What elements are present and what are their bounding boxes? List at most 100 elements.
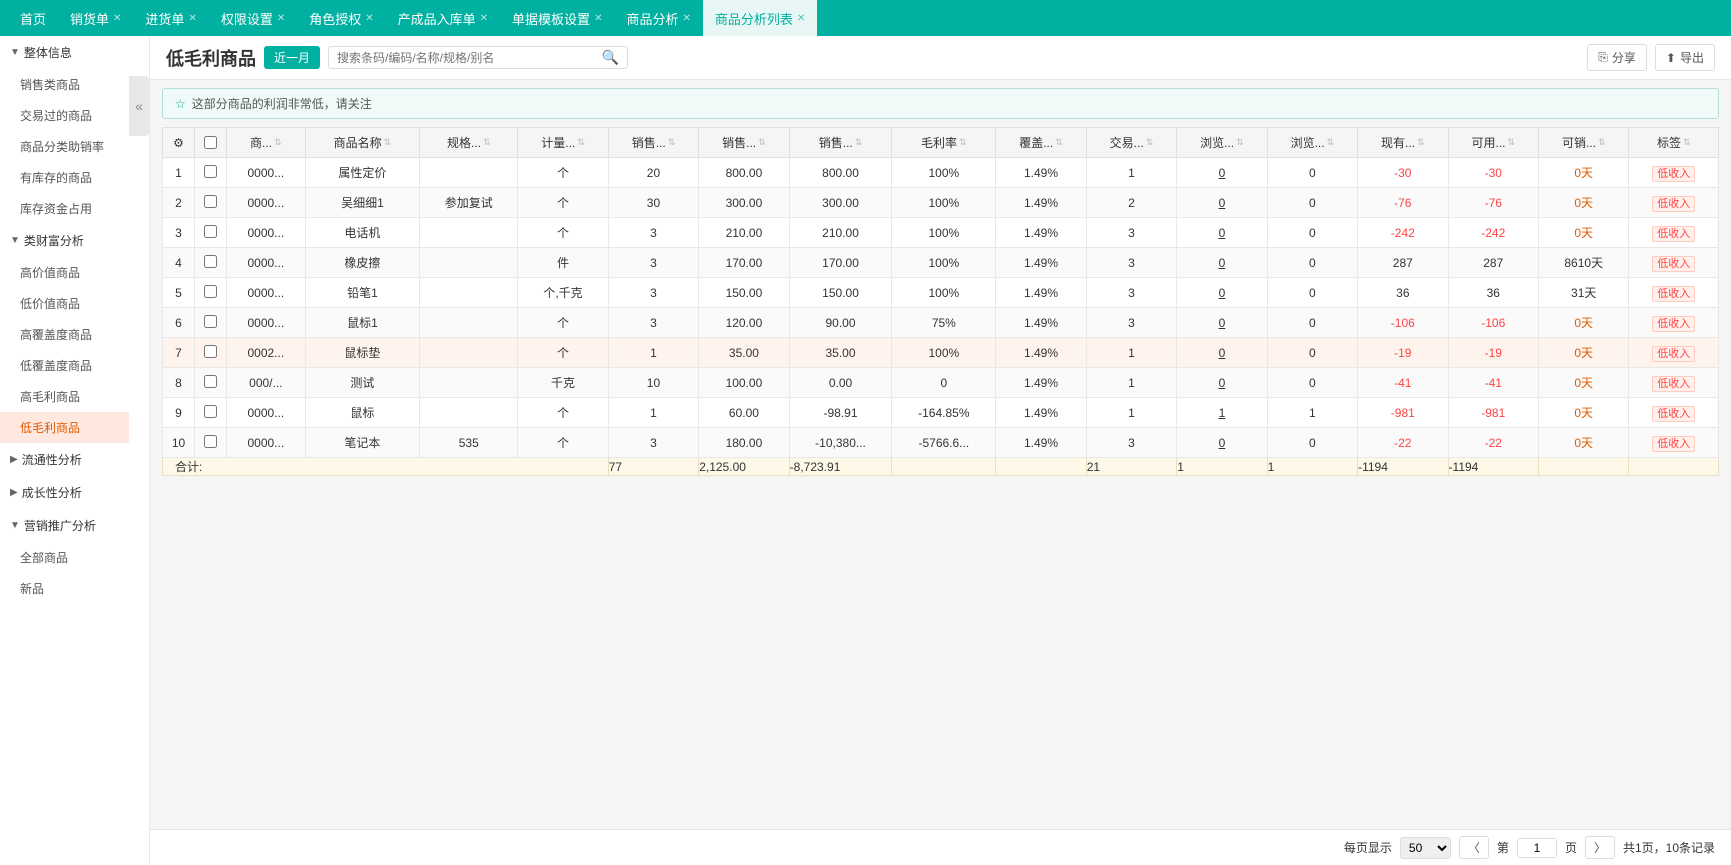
sidebar-item-low-value[interactable]: 低价值商品 <box>0 288 129 319</box>
search-input[interactable] <box>337 51 602 65</box>
col-spec[interactable]: 规格... ⇅ <box>420 128 518 158</box>
col-transaction[interactable]: 交易... ⇅ <box>1086 128 1176 158</box>
sidebar-item-low-coverage[interactable]: 低覆盖度商品 <box>0 350 129 381</box>
row-view1[interactable]: 0 <box>1177 158 1267 188</box>
row-checkbox-input[interactable] <box>204 225 217 238</box>
sidebar-item-in-stock[interactable]: 有库存的商品 <box>0 162 129 193</box>
export-button[interactable]: ⬆ 导出 <box>1655 44 1715 71</box>
row-checkbox-input[interactable] <box>204 375 217 388</box>
row-checkbox[interactable] <box>195 278 227 308</box>
sidebar-section-growth[interactable]: ▶ 成长性分析 <box>0 476 129 509</box>
close-icon[interactable]: ✕ <box>682 13 690 24</box>
sidebar-item-category-rate[interactable]: 商品分类助销率 <box>0 131 129 162</box>
row-checkbox-input[interactable] <box>204 405 217 418</box>
sidebar-section-wealth[interactable]: ▼ 类财富分析 <box>0 224 129 257</box>
col-current-stock[interactable]: 现有... ⇅ <box>1358 128 1448 158</box>
col-sale-qty[interactable]: 销售... ⇅ <box>608 128 698 158</box>
sidebar-item-high-margin[interactable]: 高毛利商品 <box>0 381 129 412</box>
row-checkbox[interactable] <box>195 398 227 428</box>
date-filter-button[interactable]: 近一月 <box>264 46 320 69</box>
sidebar-item-low-margin[interactable]: 低毛利商品 <box>0 412 129 443</box>
row-checkbox-input[interactable] <box>204 195 217 208</box>
sidebar-item-all-products[interactable]: 全部商品 <box>0 542 129 573</box>
close-icon[interactable]: ✕ <box>188 13 196 24</box>
nav-product-entry[interactable]: 产成品入库单 ✕ <box>386 0 500 36</box>
sidebar-item-high-value[interactable]: 高价值商品 <box>0 257 129 288</box>
row-checkbox-input[interactable] <box>204 255 217 268</box>
view1-link[interactable]: 0 <box>1219 346 1226 360</box>
col-sellable[interactable]: 可销... ⇅ <box>1539 128 1629 158</box>
sidebar-item-capital[interactable]: 库存资金占用 <box>0 193 129 224</box>
close-icon[interactable]: ✕ <box>365 13 373 24</box>
row-checkbox[interactable] <box>195 218 227 248</box>
sidebar-section-overall[interactable]: ▼ 整体信息 <box>0 36 129 69</box>
row-view1[interactable]: 0 <box>1177 368 1267 398</box>
view1-link[interactable]: 0 <box>1219 196 1226 210</box>
sidebar-item-traded[interactable]: 交易过的商品 <box>0 100 129 131</box>
gear-icon[interactable]: ⚙ <box>173 136 184 150</box>
page-number-input[interactable] <box>1517 838 1557 858</box>
view1-link[interactable]: 1 <box>1219 406 1226 420</box>
sidebar-item-sales-products[interactable]: 销售类商品 <box>0 69 129 100</box>
row-view1[interactable]: 0 <box>1177 188 1267 218</box>
row-checkbox-input[interactable] <box>204 165 217 178</box>
row-checkbox-input[interactable] <box>204 435 217 448</box>
view1-link[interactable]: 0 <box>1219 256 1226 270</box>
view1-link[interactable]: 0 <box>1219 286 1226 300</box>
select-all-checkbox[interactable] <box>204 136 217 149</box>
col-view2[interactable]: 浏览... ⇅ <box>1267 128 1357 158</box>
row-view1[interactable]: 0 <box>1177 248 1267 278</box>
row-checkbox-input[interactable] <box>204 315 217 328</box>
row-view1[interactable]: 0 <box>1177 278 1267 308</box>
col-checkbox-all[interactable] <box>195 128 227 158</box>
next-page-button[interactable]: 〉 <box>1585 836 1615 859</box>
nav-permissions[interactable]: 权限设置 ✕ <box>209 0 297 36</box>
col-coverage[interactable]: 覆盖... ⇅ <box>996 128 1086 158</box>
nav-analysis-list[interactable]: 商品分析列表 ✕ <box>703 0 817 36</box>
close-icon[interactable]: ✕ <box>594 13 602 24</box>
row-checkbox-input[interactable] <box>204 345 217 358</box>
sidebar-section-marketing[interactable]: ▼ 营销推广分析 <box>0 509 129 542</box>
share-button[interactable]: ⎘ 分享 <box>1587 44 1647 71</box>
row-checkbox[interactable] <box>195 158 227 188</box>
view1-link[interactable]: 0 <box>1219 316 1226 330</box>
close-icon[interactable]: ✕ <box>480 13 488 24</box>
prev-page-button[interactable]: 〈 <box>1459 836 1489 859</box>
row-checkbox[interactable] <box>195 188 227 218</box>
row-checkbox[interactable] <box>195 248 227 278</box>
col-tag[interactable]: 标签 ⇅ <box>1629 128 1719 158</box>
row-view1[interactable]: 0 <box>1177 338 1267 368</box>
sidebar-collapse-button[interactable]: « <box>129 76 149 136</box>
row-view1[interactable]: 0 <box>1177 308 1267 338</box>
row-view1[interactable]: 0 <box>1177 428 1267 458</box>
sidebar-item-new-products[interactable]: 新品 <box>0 573 129 604</box>
page-size-select[interactable]: 50 100 200 <box>1400 837 1451 859</box>
nav-role[interactable]: 角色授权 ✕ <box>297 0 385 36</box>
nav-purchase[interactable]: 进货单 ✕ <box>133 0 208 36</box>
view1-link[interactable]: 0 <box>1219 436 1226 450</box>
col-unit[interactable]: 计量... ⇅ <box>518 128 608 158</box>
col-name[interactable]: 商品名称 ⇅ <box>305 128 420 158</box>
row-checkbox[interactable] <box>195 338 227 368</box>
row-view1[interactable]: 1 <box>1177 398 1267 428</box>
sidebar-item-high-coverage[interactable]: 高覆盖度商品 <box>0 319 129 350</box>
view1-link[interactable]: 0 <box>1219 226 1226 240</box>
sidebar-section-circulation[interactable]: ▶ 流通性分析 <box>0 443 129 476</box>
nav-sales[interactable]: 销货单 ✕ <box>58 0 133 36</box>
row-view1[interactable]: 0 <box>1177 218 1267 248</box>
row-checkbox[interactable] <box>195 428 227 458</box>
nav-home[interactable]: 首页 <box>8 0 58 36</box>
nav-product-analysis[interactable]: 商品分析 ✕ <box>614 0 702 36</box>
close-icon[interactable]: ✕ <box>797 13 805 24</box>
close-icon[interactable]: ✕ <box>277 13 285 24</box>
row-checkbox-input[interactable] <box>204 285 217 298</box>
col-view1[interactable]: 浏览... ⇅ <box>1177 128 1267 158</box>
col-code[interactable]: 商... ⇅ <box>227 128 306 158</box>
nav-template[interactable]: 单据模板设置 ✕ <box>500 0 614 36</box>
view1-link[interactable]: 0 <box>1219 376 1226 390</box>
col-sale-profit[interactable]: 销售... ⇅ <box>789 128 892 158</box>
close-icon[interactable]: ✕ <box>113 13 121 24</box>
col-sale-price[interactable]: 销售... ⇅ <box>699 128 789 158</box>
search-icon[interactable]: 🔍 <box>602 49 619 66</box>
col-available-stock[interactable]: 可用... ⇅ <box>1448 128 1538 158</box>
